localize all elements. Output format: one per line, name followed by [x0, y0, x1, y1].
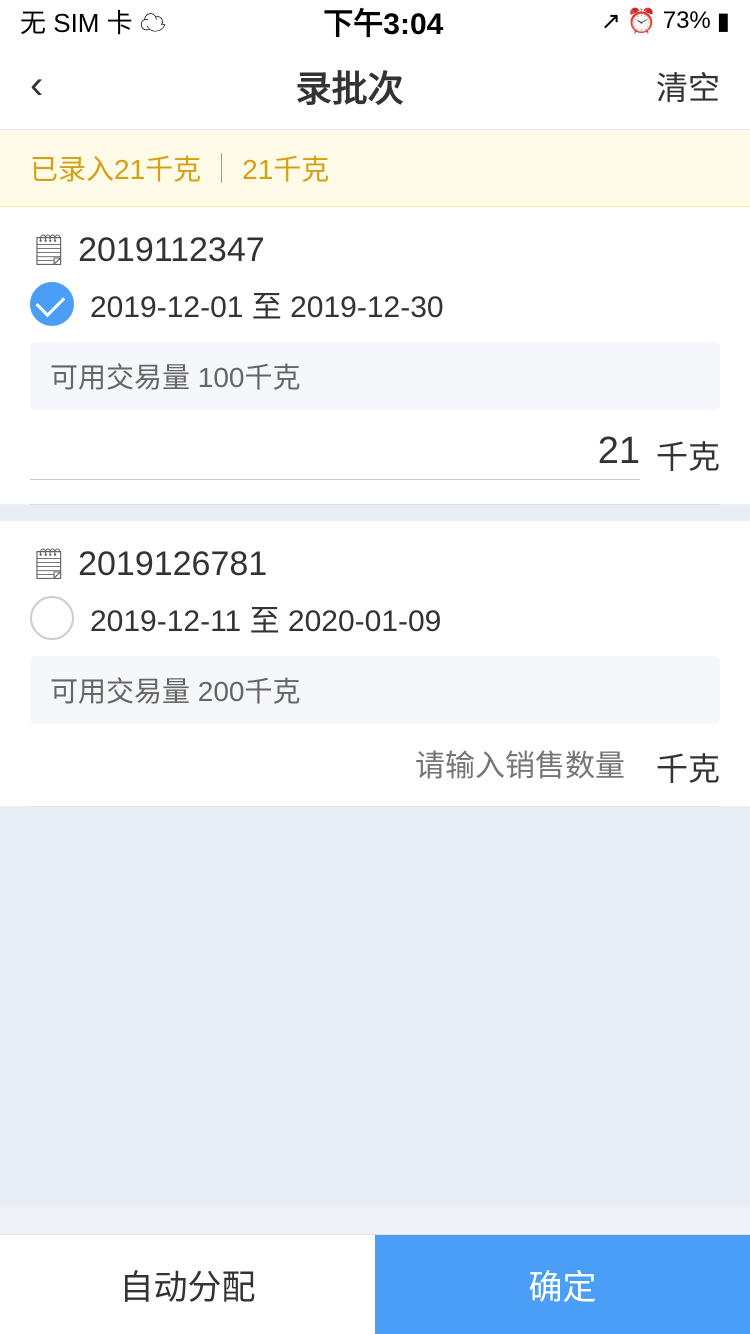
summary-label: 已录入21千克 — [30, 148, 201, 188]
battery-text: 73% — [663, 7, 711, 35]
batch-1-quantity-row: 21 千克 — [0, 410, 750, 480]
nav-bar: ‹ 录批次 清空 — [0, 42, 750, 130]
batch-card-2: 🗒 2019126781 2019-12-11 至 2020-01-09 可用交… — [0, 521, 750, 724]
batch-1-id: 2019112347 — [78, 231, 265, 270]
status-right: ↗ ⏰ 73% ▮ — [601, 7, 730, 36]
clear-button[interactable]: 清空 — [656, 63, 720, 109]
summary-bar: 已录入21千克 21千克 — [0, 130, 750, 207]
back-button[interactable]: ‹ — [30, 63, 43, 108]
batch-2-available: 可用交易量 200千克 — [30, 656, 720, 724]
battery-icon: ▮ — [717, 7, 730, 36]
alarm-icon: ⏰ — [627, 7, 657, 36]
batch-1-radio[interactable] — [30, 282, 74, 326]
batch-1-quantity-unit: 千克 — [656, 432, 720, 478]
batch-2-quantity-unit: 千克 — [656, 744, 720, 790]
status-time: 下午3:04 — [323, 0, 443, 43]
gray-area — [0, 807, 750, 1207]
batch-1-icon: 🗒 — [30, 233, 68, 268]
section-divider — [0, 505, 750, 521]
batch-1-header: 🗒 2019112347 — [30, 231, 720, 270]
page-title: 录批次 — [296, 60, 404, 112]
auto-distribute-button[interactable]: 自动分配 — [0, 1235, 375, 1334]
batch-1-date-row: 2019-12-01 至 2019-12-30 — [30, 282, 720, 326]
summary-divider — [221, 153, 222, 183]
batch-2-quantity-input[interactable] — [30, 750, 640, 784]
no-sim-text: 无 SIM 卡 ☁ — [20, 3, 166, 40]
confirm-button[interactable]: 确定 — [375, 1235, 750, 1334]
status-bar: 无 SIM 卡 ☁ 下午3:04 ↗ ⏰ 73% ▮ — [0, 0, 750, 42]
batch-2-date-row: 2019-12-11 至 2020-01-09 — [30, 596, 720, 640]
batch-1-available: 可用交易量 100千克 — [30, 342, 720, 410]
batch-1-input-area: 21 — [30, 430, 640, 480]
location-icon: ↗ — [601, 7, 621, 36]
bottom-bar: 自动分配 确定 — [0, 1234, 750, 1334]
batch-2-radio[interactable] — [30, 596, 74, 640]
batch-card-1: 🗒 2019112347 2019-12-01 至 2019-12-30 可用交… — [0, 207, 750, 410]
batch-2-header: 🗒 2019126781 — [30, 545, 720, 584]
status-left: 无 SIM 卡 ☁ — [20, 3, 166, 40]
batch-2-id: 2019126781 — [78, 545, 267, 584]
summary-value: 21千克 — [242, 148, 329, 188]
batch-2-icon: 🗒 — [30, 547, 68, 582]
batch-1-date: 2019-12-01 至 2019-12-30 — [90, 282, 444, 326]
batch-1-quantity-value[interactable]: 21 — [598, 430, 640, 473]
batch-2-date: 2019-12-11 至 2020-01-09 — [90, 596, 441, 640]
batch-2-quantity-row: 千克 — [0, 724, 750, 790]
